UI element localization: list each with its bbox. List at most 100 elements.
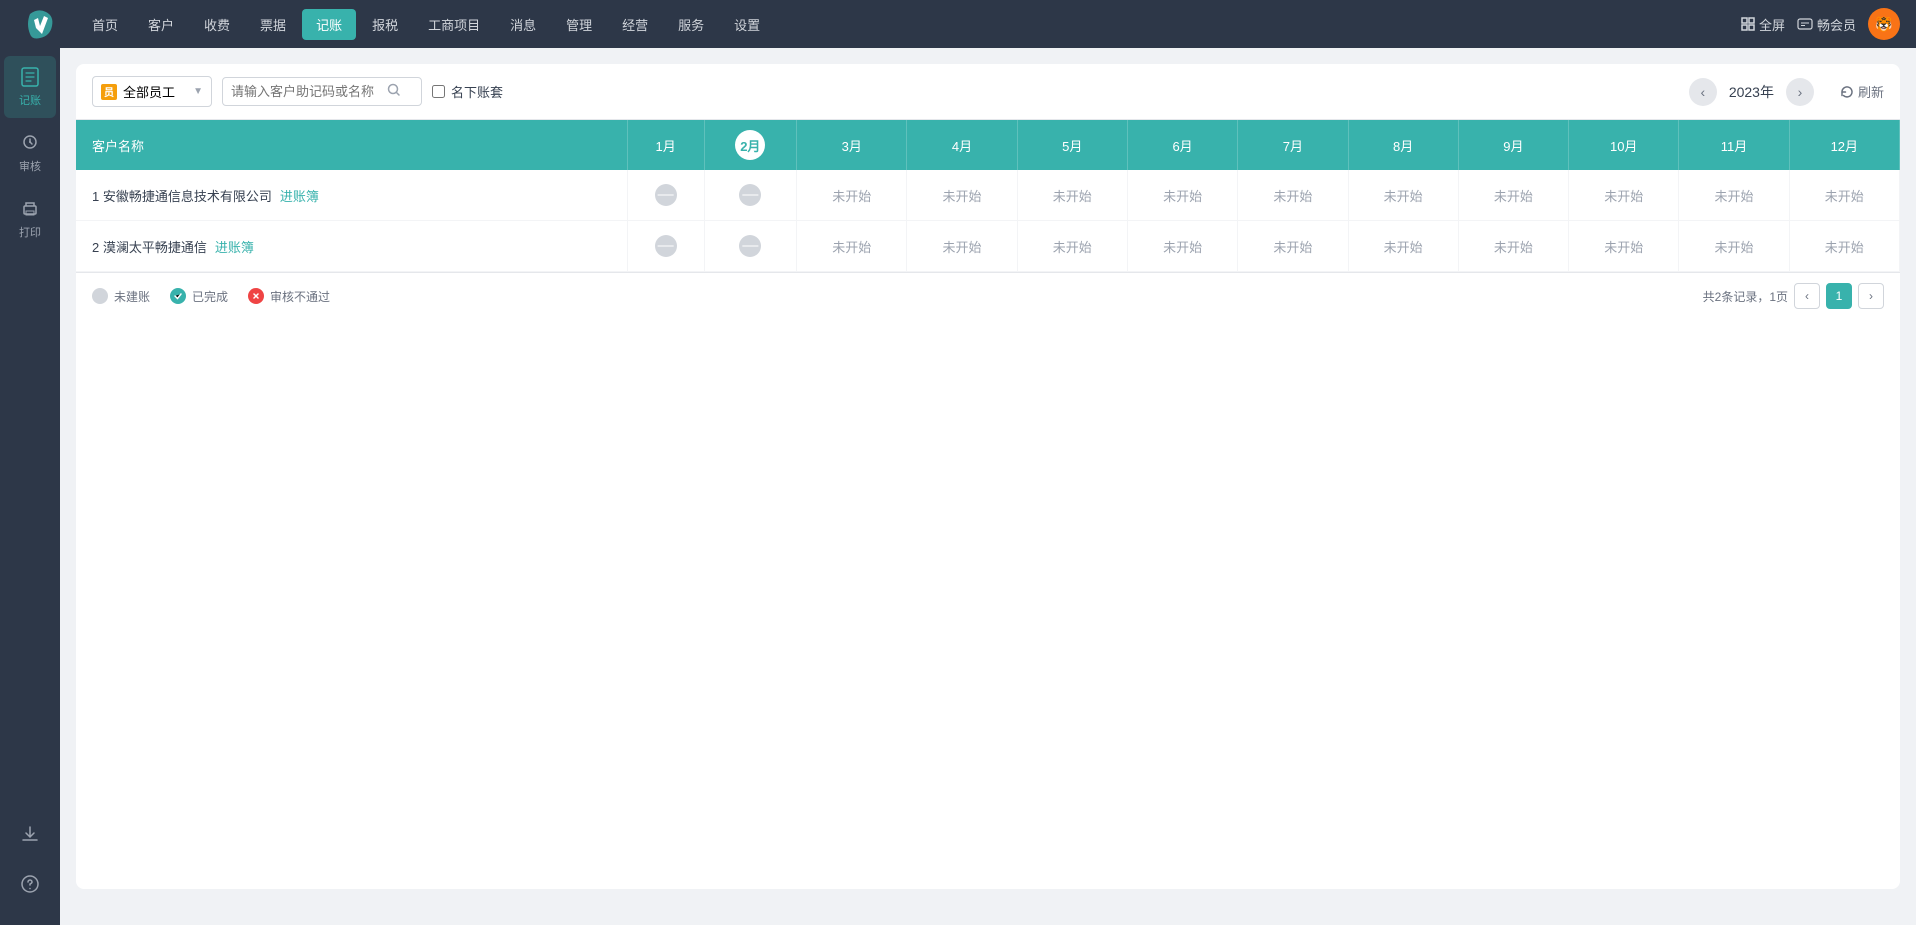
col-mar: 3月 [797, 120, 907, 170]
account-table: 客户名称 1月 2月 3月 4月 5月 6月 7月 8月 9月 [76, 120, 1900, 272]
chevron-down-icon: ▼ [193, 86, 203, 97]
nav-manage[interactable]: 管理 [552, 9, 606, 40]
employee-icon: 员 [101, 84, 117, 100]
month-cell-7: 未开始 [1238, 170, 1348, 221]
month-cell-5: 未开始 [1017, 170, 1127, 221]
footer-bar: 未建账 已完成 审核不通过 共2条记录，1页 ‹ 1 [76, 272, 1900, 319]
client-name-text: 安徽畅捷通信息技术有限公司 [103, 189, 272, 204]
month-cell-11: 未开始 [1679, 170, 1789, 221]
status-not-started: 未开始 [1384, 189, 1423, 204]
status-not-started: 未开始 [943, 240, 982, 255]
sidebar-item-ledger[interactable]: 记账 [4, 56, 56, 118]
month-cell-3: 未开始 [797, 221, 907, 272]
col-sep: 9月 [1458, 120, 1568, 170]
next-year-button[interactable]: › [1786, 78, 1814, 106]
month-cell-4: 未开始 [907, 170, 1017, 221]
status-not-started: 未开始 [1604, 189, 1643, 204]
audit-icon [19, 132, 41, 154]
nav-message[interactable]: 消息 [496, 9, 550, 40]
month-cell-6: 未开始 [1127, 221, 1237, 272]
main-card: 员 全部员工 ▼ 名下账套 ‹ 2023年 › [76, 64, 1900, 889]
active-month-circle: 2月 [735, 130, 765, 160]
nav-business[interactable]: 工商项目 [414, 9, 494, 40]
user-avatar[interactable]: 🐯 [1868, 8, 1900, 40]
col-client-name: 客户名称 [76, 120, 627, 170]
month-cell-5: 未开始 [1017, 221, 1127, 272]
nav-customer[interactable]: 客户 [134, 9, 188, 40]
month-cell-10: 未开始 [1569, 170, 1679, 221]
month-cell-6: 未开始 [1127, 170, 1237, 221]
nav-settings[interactable]: 设置 [720, 9, 774, 40]
sidebar-item-help[interactable] [4, 863, 56, 905]
my-accounts-checkbox-label[interactable]: 名下账套 [432, 82, 503, 101]
sidebar-item-print[interactable]: 打印 [4, 188, 56, 250]
status-not-started: 未开始 [1273, 189, 1312, 204]
sidebar-item-audit[interactable]: 审核 [4, 122, 56, 184]
col-nov: 11月 [1679, 120, 1789, 170]
status-not-started: 未开始 [832, 189, 871, 204]
month-cell-10: 未开始 [1569, 221, 1679, 272]
search-icon[interactable] [387, 83, 401, 100]
nav-operation[interactable]: 经营 [608, 9, 662, 40]
col-jul: 7月 [1238, 120, 1348, 170]
nav-billing[interactable]: 收费 [190, 9, 244, 40]
app-logo [10, 6, 70, 42]
status-not-started: 未开始 [1825, 189, 1864, 204]
toolbar: 员 全部员工 ▼ 名下账套 ‹ 2023年 › [76, 64, 1900, 120]
month-cell-3: 未开始 [797, 170, 907, 221]
status-not-started: 未开始 [1053, 189, 1092, 204]
month-cell-2: — [704, 170, 797, 221]
month-cell-12: 未开始 [1789, 170, 1899, 221]
table-scroll-area[interactable]: 客户名称 1月 2月 3月 4月 5月 6月 7月 8月 9月 [76, 120, 1900, 272]
next-page-button[interactable]: › [1858, 283, 1884, 309]
search-input-wrap [222, 77, 422, 106]
nav-service[interactable]: 服务 [664, 9, 718, 40]
refresh-icon [1840, 85, 1854, 99]
status-not-started: 未开始 [1494, 240, 1533, 255]
client-name-cell: 2 漠澜太平畅捷通信进账簿 [76, 221, 627, 272]
month-cell-1: — [627, 221, 704, 272]
legend-dot-teal [170, 288, 186, 304]
client-name-cell: 1 安徽畅捷通信息技术有限公司进账簿 [76, 170, 627, 221]
client-index: 2 [92, 240, 103, 255]
nav-home[interactable]: 首页 [78, 9, 132, 40]
page-1-button[interactable]: 1 [1826, 283, 1852, 309]
status-not-started: 未开始 [943, 189, 982, 204]
legend-rejected: 审核不通过 [248, 288, 330, 305]
status-not-started: 未开始 [1384, 240, 1423, 255]
fullscreen-button[interactable]: 全屏 [1741, 15, 1785, 34]
refresh-button[interactable]: 刷新 [1840, 82, 1884, 101]
status-not-started: 未开始 [832, 240, 871, 255]
employee-select[interactable]: 员 全部员工 ▼ [92, 76, 212, 107]
col-dec: 12月 [1789, 120, 1899, 170]
status-not-started: 未开始 [1714, 189, 1753, 204]
prev-year-button[interactable]: ‹ [1689, 78, 1717, 106]
member-button[interactable]: 畅会员 [1797, 15, 1856, 34]
month-cell-12: 未开始 [1789, 221, 1899, 272]
month-cell-11: 未开始 [1679, 221, 1789, 272]
enter-ledger-button[interactable]: 进账簿 [280, 189, 319, 204]
nav-items: 首页 客户 收费 票据 记账 报税 工商项目 消息 管理 经营 服务 设置 [78, 9, 1741, 40]
status-dash-icon: — [739, 184, 761, 206]
ledger-icon [19, 66, 41, 88]
search-input[interactable] [231, 84, 381, 99]
table-header-row: 客户名称 1月 2月 3月 4月 5月 6月 7月 8月 9月 [76, 120, 1900, 170]
sidebar-item-download[interactable] [4, 813, 56, 855]
my-accounts-checkbox[interactable] [432, 85, 445, 98]
status-not-started: 未开始 [1273, 240, 1312, 255]
prev-page-button[interactable]: ‹ [1794, 283, 1820, 309]
client-name-text: 漠澜太平畅捷通信 [103, 240, 207, 255]
status-not-started: 未开始 [1053, 240, 1092, 255]
status-dash-icon: — [739, 235, 761, 257]
nav-ledger[interactable]: 记账 [302, 9, 356, 40]
status-not-started: 未开始 [1494, 189, 1533, 204]
enter-ledger-button[interactable]: 进账簿 [215, 240, 254, 255]
table-row: 1 安徽畅捷通信息技术有限公司进账簿——未开始未开始未开始未开始未开始未开始未开… [76, 170, 1900, 221]
nav-invoice[interactable]: 票据 [246, 9, 300, 40]
col-apr: 4月 [907, 120, 1017, 170]
nav-tax[interactable]: 报税 [358, 9, 412, 40]
top-navigation: 首页 客户 收费 票据 记账 报税 工商项目 消息 管理 经营 服务 设置 全屏… [0, 0, 1916, 48]
legend-dot-gray [92, 288, 108, 304]
main-layout: 记账 审核 打印 [0, 48, 1916, 925]
col-aug: 8月 [1348, 120, 1458, 170]
